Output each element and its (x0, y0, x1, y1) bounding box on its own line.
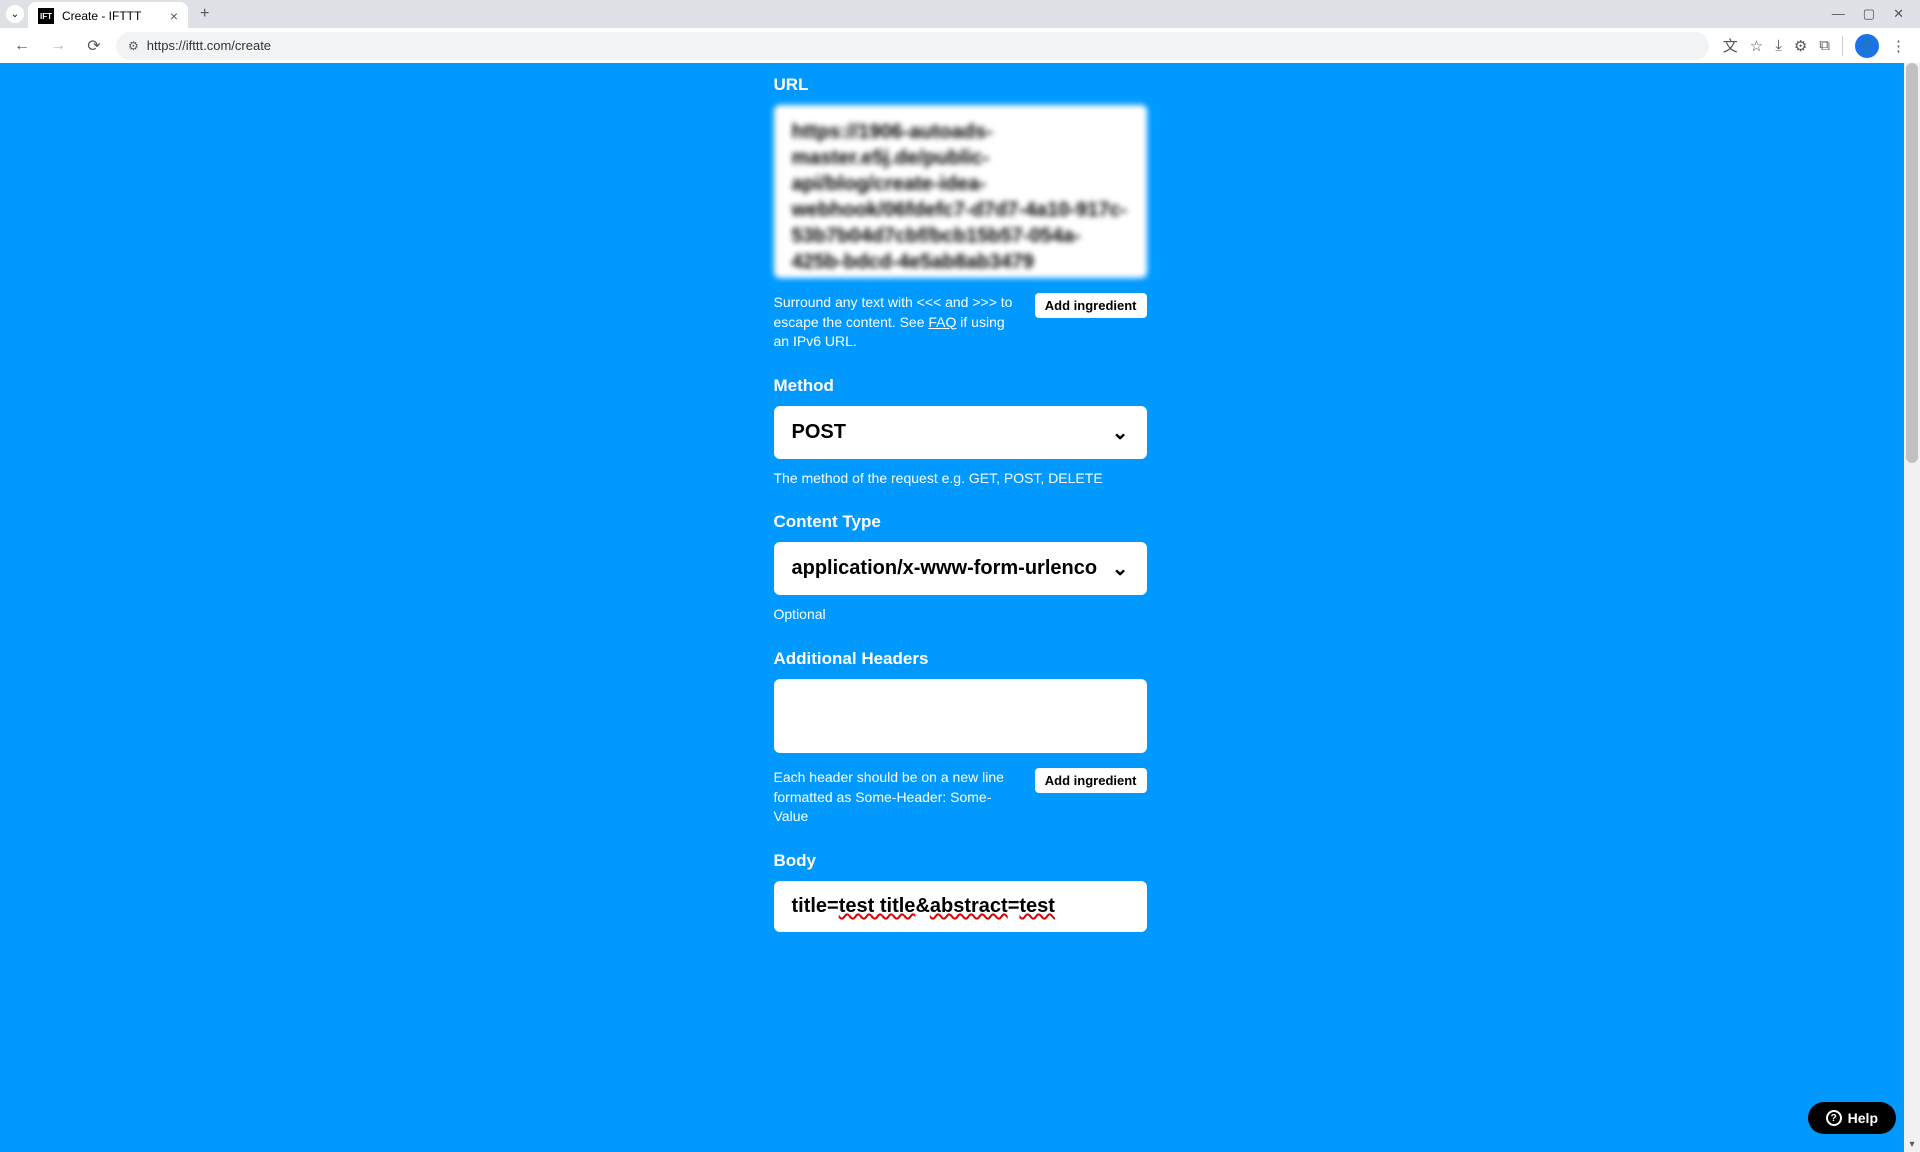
tab-search-button[interactable]: ⌄ (6, 5, 24, 23)
user-icon: 👤 (1858, 37, 1877, 55)
url-add-ingredient-button[interactable]: Add ingredient (1035, 293, 1147, 318)
tab-title: Create - IFTTT (62, 9, 162, 23)
url-label: URL (774, 75, 1147, 95)
back-button[interactable]: ← (8, 32, 36, 60)
tab-favicon: IFT (38, 8, 54, 24)
headers-add-ingredient-button[interactable]: Add ingredient (1035, 768, 1147, 793)
download-icon[interactable]: ⤓ (1775, 37, 1782, 54)
help-button[interactable]: ? Help (1808, 1102, 1896, 1134)
method-helper-text: The method of the request e.g. GET, POST… (774, 469, 1147, 489)
url-helper-text: Surround any text with <<< and >>> to es… (774, 293, 1023, 352)
chevron-down-icon: ⌄ (11, 9, 19, 20)
page-content: URL Surround any text with <<< and >>> t… (0, 63, 1920, 1152)
faq-link[interactable]: FAQ (928, 314, 956, 330)
close-window-icon[interactable]: ✕ (1893, 6, 1904, 22)
help-icon: ? (1826, 1110, 1842, 1126)
help-label: Help (1848, 1110, 1878, 1126)
content-type-select[interactable]: application/x-www-form-urlenco ⌄ (774, 542, 1147, 595)
headers-helper-row: Each header should be on a new line form… (774, 768, 1147, 827)
settings-icon[interactable]: ⚙ (1794, 37, 1807, 55)
method-select[interactable]: POST ⌄ (774, 406, 1147, 459)
bookmark-icon[interactable]: ☆ (1750, 37, 1763, 55)
content-type-label: Content Type (774, 512, 1147, 532)
chevron-down-icon: ⌄ (1112, 556, 1129, 581)
menu-icon[interactable]: ⋮ (1891, 37, 1906, 55)
chevron-down-icon: ⌄ (1112, 420, 1129, 445)
toolbar-icons: ⽂ ☆ ⤓ ⚙ ⧉ 👤 ⋮ (1717, 34, 1912, 58)
method-section: Method POST ⌄ The method of the request … (774, 376, 1147, 489)
content-type-helper-text: Optional (774, 605, 1147, 625)
url-input[interactable] (774, 105, 1147, 278)
content-type-section: Content Type application/x-www-form-urle… (774, 512, 1147, 625)
scrollbar-down-arrow[interactable]: ▾ (1904, 1136, 1920, 1152)
browser-toolbar: ← → ⟳ ⚙ https://ifttt.com/create ⽂ ☆ ⤓ ⚙… (0, 28, 1920, 63)
translate-icon[interactable]: ⽂ (1723, 35, 1738, 56)
content-type-value: application/x-www-form-urlenco (792, 557, 1098, 580)
forward-button[interactable]: → (44, 32, 72, 60)
headers-label: Additional Headers (774, 649, 1147, 669)
body-label: Body (774, 851, 1147, 871)
close-icon[interactable]: × (170, 8, 178, 24)
minimize-icon[interactable]: — (1832, 6, 1845, 22)
scrollbar-thumb[interactable] (1906, 63, 1918, 463)
headers-input[interactable] (774, 679, 1147, 753)
address-bar[interactable]: ⚙ https://ifttt.com/create (116, 32, 1709, 60)
divider (1842, 36, 1843, 56)
profile-avatar[interactable]: 👤 (1855, 34, 1879, 58)
webhook-form: URL Surround any text with <<< and >>> t… (774, 63, 1147, 932)
extensions-icon[interactable]: ⧉ (1819, 37, 1830, 54)
body-input[interactable]: title=test title&abstract=test (774, 881, 1147, 932)
window-controls: — ▢ ✕ (1832, 6, 1914, 22)
site-settings-icon[interactable]: ⚙ (128, 39, 139, 53)
method-value: POST (792, 421, 846, 444)
method-label: Method (774, 376, 1147, 396)
maximize-icon[interactable]: ▢ (1863, 6, 1875, 22)
url-helper-row: Surround any text with <<< and >>> to es… (774, 293, 1147, 352)
scrollbar[interactable]: ▾ (1904, 63, 1920, 1152)
tab-bar: ⌄ IFT Create - IFTTT × + — ▢ ✕ (0, 0, 1920, 28)
url-section: URL Surround any text with <<< and >>> t… (774, 75, 1147, 352)
url-text: https://ifttt.com/create (147, 38, 1697, 53)
reload-button[interactable]: ⟳ (80, 32, 108, 60)
browser-chrome: ⌄ IFT Create - IFTTT × + — ▢ ✕ ← → ⟳ ⚙ h… (0, 0, 1920, 63)
body-section: Body title=test title&abstract=test (774, 851, 1147, 932)
new-tab-button[interactable]: + (192, 5, 217, 23)
headers-helper-text: Each header should be on a new line form… (774, 768, 1023, 827)
browser-tab[interactable]: IFT Create - IFTTT × (28, 2, 188, 30)
headers-section: Additional Headers Each header should be… (774, 649, 1147, 827)
